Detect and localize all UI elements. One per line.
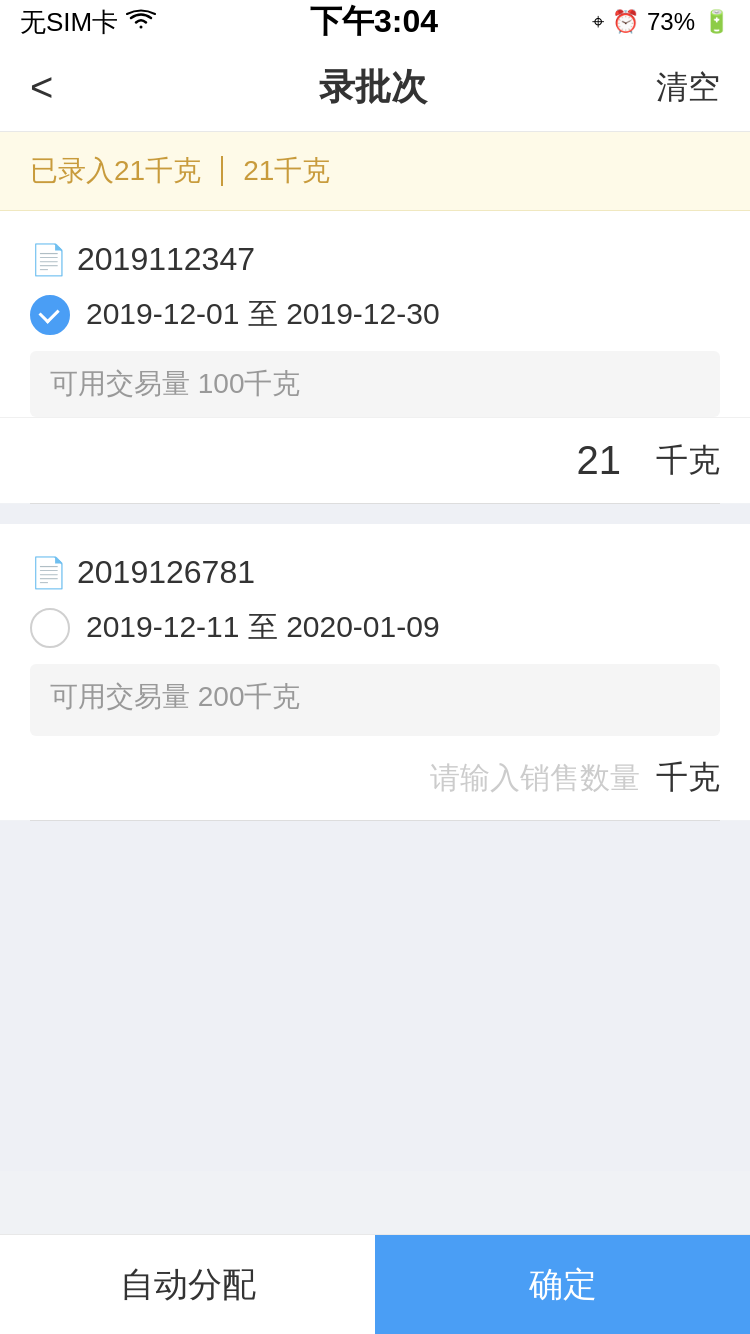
available-text-2: 可用交易量 200千克 — [50, 681, 301, 712]
batch-card-2: 📄 2019126781 2019-12-11 至 2020-01-09 可用交… — [0, 524, 750, 736]
section-divider-1 — [0, 504, 750, 524]
amount-row-1: 千克 — [0, 417, 750, 503]
batch-id-icon-1: 📄 — [30, 242, 67, 277]
clear-button[interactable]: 清空 — [656, 66, 720, 110]
amount-label: 21千克 — [243, 152, 330, 190]
recorded-amount-label: 已录入21千克 — [30, 152, 201, 190]
wifi-icon — [126, 7, 156, 38]
batch-id-1: 2019112347 — [77, 241, 255, 278]
available-row-2: 可用交易量 200千克 — [30, 664, 720, 736]
battery-icon: 🔋 — [703, 9, 730, 35]
amount-unit-1: 千克 — [656, 439, 720, 483]
auto-distribute-button[interactable]: 自动分配 — [0, 1235, 375, 1334]
status-right: ⌖ ⏰ 73% 🔋 — [592, 8, 730, 36]
quantity-unit: 千克 — [656, 756, 720, 800]
input-row-2: 请输入销售数量 千克 — [0, 736, 750, 820]
info-banner: 已录入21千克 21千克 — [0, 132, 750, 211]
quantity-placeholder: 请输入销售数量 — [430, 758, 640, 799]
available-row-1: 可用交易量 100千克 — [30, 351, 720, 417]
batch-card-1: 📄 2019112347 2019-12-01 至 2019-12-30 可用交… — [0, 211, 750, 417]
location-icon: ⌖ — [592, 9, 604, 35]
batch-date-2: 2019-12-11 至 2020-01-09 — [86, 607, 440, 648]
amount-input-1[interactable] — [476, 438, 636, 483]
batch-date-row-1: 2019-12-01 至 2019-12-30 — [30, 294, 720, 335]
bottom-bar: 自动分配 确定 — [0, 1234, 750, 1334]
confirm-button[interactable]: 确定 — [375, 1235, 750, 1334]
batch-header-1: 📄 2019112347 — [30, 241, 720, 278]
batch-date-row-2: 2019-12-11 至 2020-01-09 — [30, 607, 720, 648]
status-bar: 无SIM卡 下午3:04 ⌖ ⏰ 73% 🔋 — [0, 0, 750, 44]
alarm-icon: ⏰ — [612, 9, 639, 35]
batch-header-2: 📄 2019126781 — [30, 554, 720, 591]
page-title: 录批次 — [319, 63, 427, 112]
banner-divider — [221, 156, 223, 186]
nav-bar: < 录批次 清空 — [0, 44, 750, 132]
carrier-text: 无SIM卡 — [20, 5, 118, 40]
batch-id-2: 2019126781 — [77, 554, 255, 591]
battery-text: 73% — [647, 8, 695, 36]
status-time: 下午3:04 — [310, 0, 438, 44]
batch-radio-2[interactable] — [30, 608, 70, 648]
content-area — [0, 821, 750, 1171]
available-text-1: 可用交易量 100千克 — [50, 368, 301, 399]
batch-date-1: 2019-12-01 至 2019-12-30 — [86, 294, 440, 335]
batch-radio-1[interactable] — [30, 295, 70, 335]
status-left: 无SIM卡 — [20, 5, 156, 40]
back-button[interactable]: < — [30, 65, 90, 110]
batch-id-icon-2: 📄 — [30, 555, 67, 590]
